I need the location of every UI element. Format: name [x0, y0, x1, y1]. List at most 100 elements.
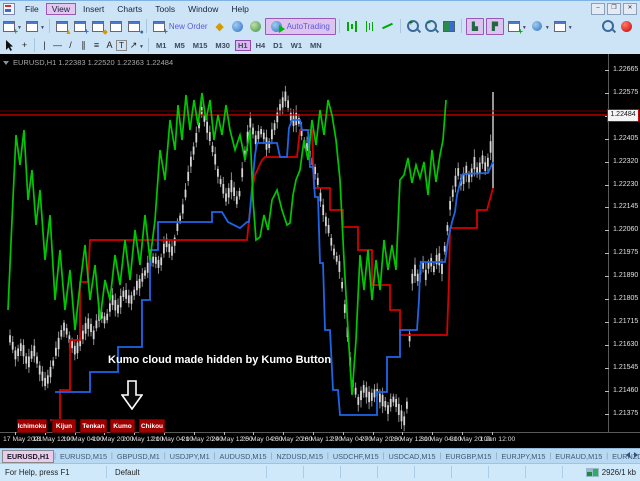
status-profile-text[interactable]: Default: [115, 468, 140, 477]
timeframe-m30[interactable]: M30: [212, 40, 233, 51]
tab-eurusd-m15[interactable]: EURUSD,M15: [56, 451, 111, 462]
zoom-out-button[interactable]: –: [423, 19, 439, 34]
time-tick: [402, 432, 404, 435]
indicators-button[interactable]: +: [506, 19, 523, 35]
tab-audusd-m15[interactable]: AUDUSD,M15: [216, 451, 271, 462]
chart-tab-bar: EURUSD,H1 | EURUSD,M15 | GBPUSD,M1 | USDJPY,M1…: [0, 448, 640, 464]
timeframe-m1[interactable]: M1: [153, 40, 169, 51]
label-tool[interactable]: T: [116, 39, 127, 51]
tab-nzdusd-m15[interactable]: NZDUSD,M15: [272, 451, 327, 462]
status-separator: [414, 466, 415, 478]
restore-button[interactable]: ❐: [607, 3, 621, 15]
chart-area[interactable]: EURUSD,H1 1.22383 1.22520 1.22363 1.2248…: [0, 54, 640, 449]
minimize-button[interactable]: –: [591, 3, 605, 15]
menu-window[interactable]: Window: [182, 3, 224, 15]
menu-items: File View Insert Charts Tools Window Help: [19, 3, 256, 15]
fibonacci-tool[interactable]: ≡: [90, 40, 103, 50]
new-order-button[interactable]: New Order: [169, 22, 208, 31]
traffic-text: 2926/1 kb: [601, 468, 636, 477]
templates-dropdown-icon[interactable]: ▼: [568, 25, 573, 31]
profiles-button[interactable]: [24, 19, 40, 34]
tab-usdcad-m15[interactable]: USDCAD,M15: [385, 451, 440, 462]
tab-scroll-left-icon[interactable]: [626, 452, 630, 458]
price-axis-label: 1.21890: [613, 272, 639, 280]
tab-scroll-right-icon[interactable]: [634, 452, 638, 458]
price-axis-label: 1.22405: [613, 134, 639, 142]
profiles-dropdown-icon[interactable]: ▼: [40, 25, 45, 31]
horizontal-line-tool[interactable]: —: [51, 40, 64, 50]
tab-eurjpy-m15[interactable]: EURJPY,M15: [497, 451, 549, 462]
terminal-button[interactable]: [108, 19, 124, 34]
indicator-button-chikou[interactable]: Chikou: [139, 419, 165, 433]
zoom-in-button[interactable]: +: [405, 19, 421, 34]
close-button[interactable]: ✕: [623, 3, 637, 15]
menu-help[interactable]: Help: [225, 3, 254, 15]
navigator-button[interactable]: ◆: [90, 19, 108, 36]
menu-charts[interactable]: Charts: [111, 3, 148, 15]
menu-tools[interactable]: Tools: [149, 3, 181, 15]
price-axis-label: 1.22145: [613, 203, 639, 211]
indicator-button-kumo[interactable]: Kumo: [110, 419, 135, 433]
timeframe-h1[interactable]: H1: [234, 39, 251, 51]
timeframe-m5[interactable]: M5: [171, 40, 187, 51]
globe-button[interactable]: [248, 19, 264, 34]
templates-button[interactable]: [552, 19, 568, 34]
tab-gbpusd-m1[interactable]: GBPUSD,M1: [113, 451, 164, 462]
tab-eurusd-h1[interactable]: EURUSD,H1: [2, 450, 55, 463]
experts-button[interactable]: [230, 19, 246, 34]
time-tick: [223, 432, 225, 435]
timeframe-w1[interactable]: W1: [288, 40, 305, 51]
chart-canvas[interactable]: [0, 54, 640, 448]
time-tick: [432, 432, 434, 435]
chart-menu-arrow-icon[interactable]: [3, 60, 9, 65]
bar-chart-button[interactable]: [362, 19, 378, 34]
timeframe-m15[interactable]: M15: [190, 40, 211, 51]
strategy-tester-button[interactable]: ●: [126, 19, 144, 36]
tab-usdjpy-m1[interactable]: USDJPY,M1: [166, 451, 214, 462]
metaeditor-button[interactable]: ◆: [212, 19, 228, 34]
tile-windows-button[interactable]: [441, 19, 457, 34]
tab-euraud-m15[interactable]: EURAUD,M15: [551, 451, 606, 462]
channel-tool[interactable]: ∥: [77, 40, 90, 51]
autotrading-button[interactable]: AutoTrading: [264, 17, 336, 35]
menu-insert[interactable]: Insert: [77, 3, 110, 15]
trendline-tool[interactable]: /: [64, 40, 77, 50]
periods-dropdown-icon[interactable]: ▼: [545, 25, 550, 31]
text-tool[interactable]: A: [103, 40, 116, 50]
timeframe-d1[interactable]: D1: [270, 40, 286, 51]
indicator-button-ichimoku[interactable]: Ichimoku: [17, 419, 47, 433]
tab-eurgbp-m15[interactable]: EURGBP,M15: [441, 451, 495, 462]
data-window-button[interactable]: +: [72, 19, 89, 35]
candlestick-chart-button[interactable]: [344, 19, 360, 34]
new-chart-button[interactable]: +: [1, 19, 18, 35]
new-order-icon[interactable]: +: [151, 19, 168, 35]
price-axis-label: 1.22320: [613, 157, 639, 165]
indicator-button-kijun[interactable]: Kijun: [52, 419, 76, 433]
price-axis[interactable]: 1.22484 1.226651.225751.224901.224051.22…: [605, 54, 640, 439]
status-separator: [106, 466, 107, 478]
price-tick: [605, 276, 609, 278]
tile-horizontal-button[interactable]: ▙: [465, 17, 484, 35]
menu-bar: File View Insert Charts Tools Window Help – ❐ …: [0, 0, 640, 17]
time-axis[interactable]: 17 May 2021 18 May 12:00 19 May 04:00 19 Ma…: [0, 432, 640, 449]
tile-vertical-button[interactable]: ▛: [485, 17, 504, 35]
indicator-button-tenkan[interactable]: Tenkan: [80, 419, 107, 433]
tab-usdchf-m15[interactable]: USDCHF,M15: [329, 451, 383, 462]
search-icon[interactable]: [600, 19, 616, 34]
price-axis-label: 1.22060: [613, 226, 639, 234]
line-chart-button[interactable]: [380, 19, 396, 34]
series-kijun-blue: [55, 119, 494, 416]
vertical-line-tool[interactable]: |: [38, 40, 51, 50]
price-tick: [605, 344, 609, 346]
menu-view[interactable]: View: [45, 3, 76, 15]
market-watch-button[interactable]: ▲: [54, 19, 72, 36]
timeframe-h4[interactable]: H4: [253, 40, 269, 51]
news-badge-icon[interactable]: [618, 19, 634, 34]
arrows-dropdown-icon[interactable]: ▼: [139, 44, 144, 50]
timeframe-mn[interactable]: MN: [307, 40, 325, 51]
menu-file[interactable]: File: [19, 3, 45, 15]
cursor-tool[interactable]: [1, 38, 17, 53]
connection-icon: [585, 468, 599, 477]
periods-button[interactable]: [529, 19, 545, 34]
crosshair-tool[interactable]: +: [18, 40, 31, 50]
